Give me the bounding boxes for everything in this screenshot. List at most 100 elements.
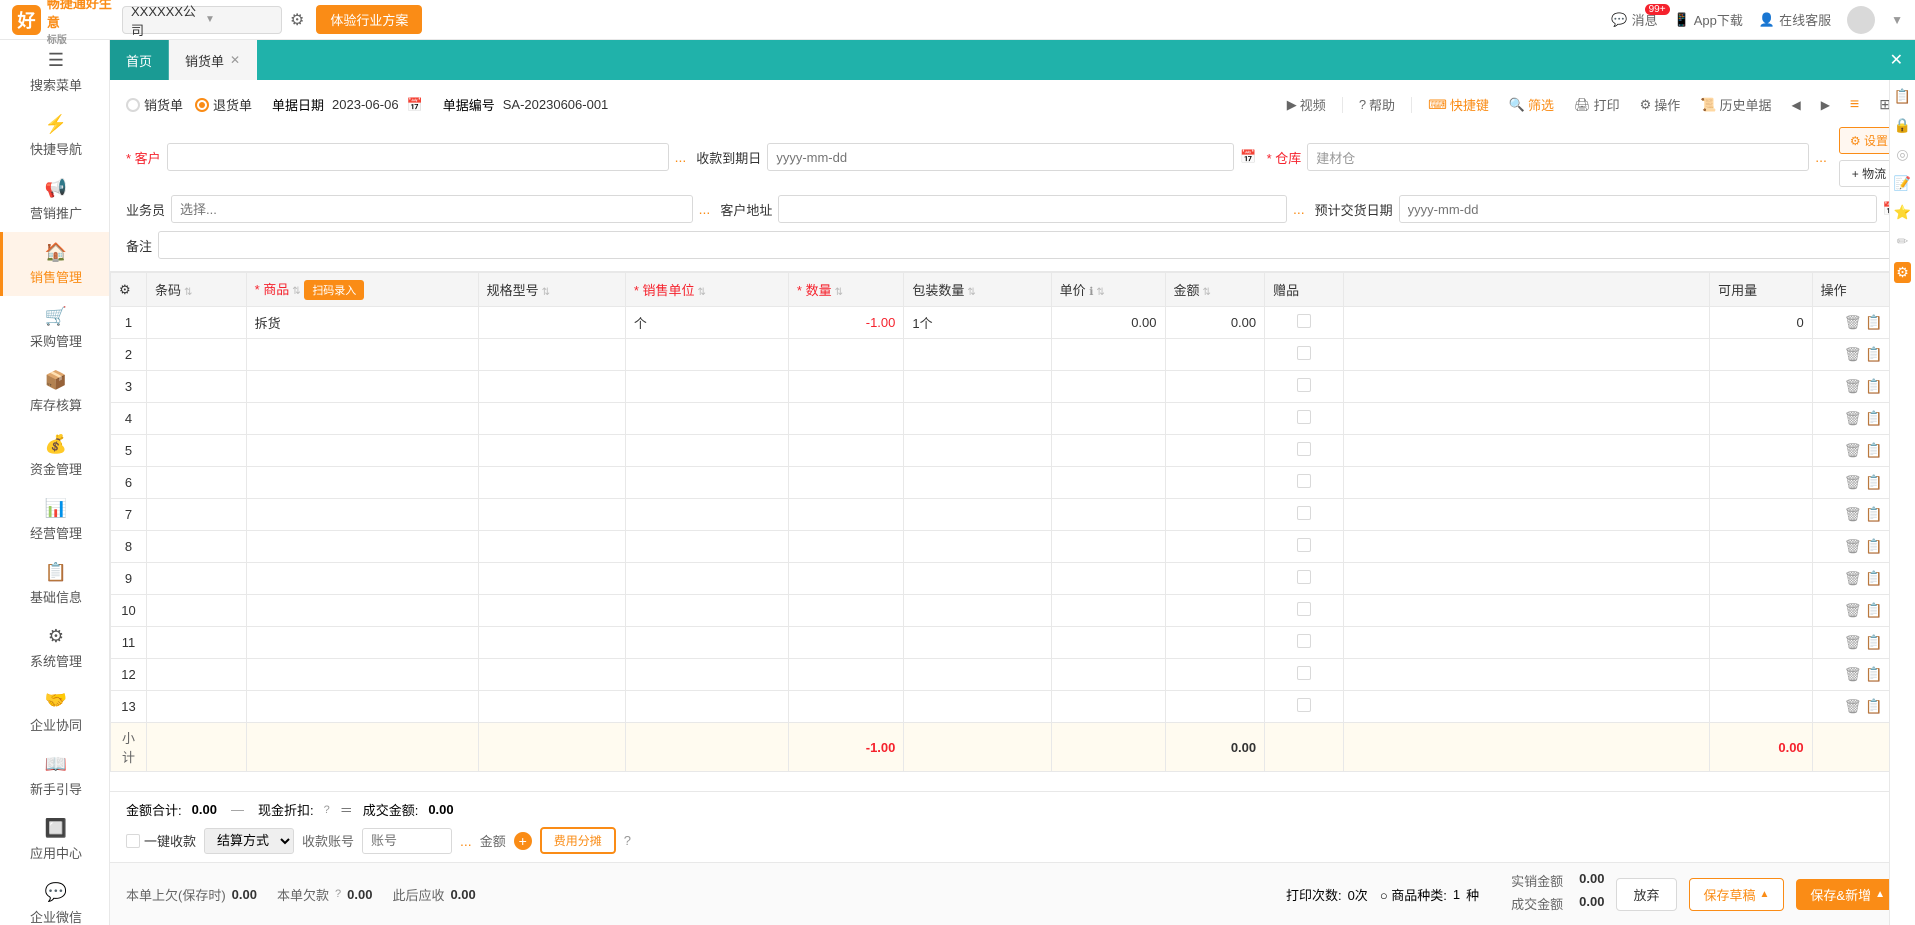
row-price[interactable] — [1051, 467, 1165, 499]
row-pkgqty[interactable] — [904, 691, 1051, 723]
row-unit[interactable] — [625, 595, 788, 627]
save-draft-button[interactable]: 保存草稿 ▲ — [1689, 878, 1785, 911]
row-barcode[interactable] — [147, 531, 247, 563]
sidebar-item-enterprise[interactable]: 🤝 企业协同 — [0, 680, 109, 744]
row-price[interactable] — [1051, 435, 1165, 467]
warehouse-input[interactable] — [1307, 143, 1809, 171]
row-goods[interactable] — [246, 659, 478, 691]
expense-button[interactable]: 费用分摊 — [540, 827, 616, 854]
sidebar-item-system[interactable]: ⚙ 系统管理 — [0, 616, 109, 680]
warehouse-ellipsis[interactable]: ... — [1815, 149, 1827, 165]
row-goods[interactable] — [246, 531, 478, 563]
row-goods[interactable] — [246, 467, 478, 499]
delivery-date-input[interactable] — [1399, 195, 1877, 223]
row-qty[interactable] — [788, 467, 903, 499]
row-gift[interactable] — [1265, 371, 1344, 403]
sidebar-item-quick-nav[interactable]: ⚡ 快捷导航 — [0, 104, 109, 168]
row-qty[interactable] — [788, 627, 903, 659]
sidebar-item-search[interactable]: ☰ 搜索菜单 — [0, 40, 109, 104]
row-notes[interactable] — [1343, 467, 1709, 499]
row-copy-button[interactable]: 📋 — [1865, 698, 1882, 715]
row-qty[interactable] — [788, 595, 903, 627]
row-copy-button[interactable]: 📋 — [1865, 410, 1882, 427]
row-gift[interactable] — [1265, 499, 1344, 531]
row-goods[interactable] — [246, 371, 478, 403]
expense-help-icon[interactable]: ? — [624, 833, 631, 848]
calc-method-select[interactable]: 结算方式 — [204, 828, 294, 854]
tab-home[interactable]: 首页 — [110, 40, 169, 80]
online-service-link[interactable]: 👤 在线客服 — [1759, 10, 1831, 29]
gift-checkbox[interactable] — [1297, 570, 1311, 584]
tab-close-icon[interactable]: ✕ — [230, 53, 240, 67]
row-notes[interactable] — [1343, 595, 1709, 627]
row-spec[interactable] — [478, 563, 625, 595]
row-amount[interactable] — [1165, 595, 1265, 627]
row-pkgqty[interactable] — [904, 467, 1051, 499]
row-unit[interactable] — [625, 435, 788, 467]
row-copy-button[interactable]: 📋 — [1865, 314, 1882, 331]
row-unit[interactable] — [625, 467, 788, 499]
toolbar-print[interactable]: 🖨 打印 — [1566, 92, 1628, 117]
row-goods[interactable]: 拆货 — [246, 307, 478, 339]
row-pkgqty[interactable] — [904, 627, 1051, 659]
row-delete-button[interactable]: 🗑 — [1844, 314, 1862, 331]
row-price[interactable] — [1051, 531, 1165, 563]
row-amount[interactable]: 0.00 — [1165, 307, 1265, 339]
row-copy-button[interactable]: 📋 — [1865, 442, 1882, 459]
row-pkgqty[interactable] — [904, 403, 1051, 435]
row-copy-button[interactable]: 📋 — [1865, 378, 1882, 395]
trial-button[interactable]: 体验行业方案 — [316, 5, 422, 34]
row-goods[interactable] — [246, 563, 478, 595]
sidebar-item-finance[interactable]: 💰 资金管理 — [0, 424, 109, 488]
row-notes[interactable] — [1343, 339, 1709, 371]
row-amount[interactable] — [1165, 691, 1265, 723]
row-pkgqty[interactable] — [904, 531, 1051, 563]
notes-input[interactable] — [158, 231, 1899, 259]
row-amount[interactable] — [1165, 403, 1265, 435]
row-barcode[interactable] — [147, 403, 247, 435]
row-unit[interactable] — [625, 339, 788, 371]
message-button[interactable]: 💬 消息 99+ — [1611, 10, 1657, 29]
toolbar-help[interactable]: ? 帮助 — [1351, 92, 1403, 117]
row-qty[interactable] — [788, 403, 903, 435]
gift-checkbox[interactable] — [1297, 410, 1311, 424]
row-notes[interactable] — [1343, 659, 1709, 691]
row-pkgqty[interactable] — [904, 499, 1051, 531]
account-input[interactable] — [362, 828, 452, 854]
row-spec[interactable] — [478, 659, 625, 691]
row-pkgqty[interactable]: 1个 — [904, 307, 1051, 339]
row-notes[interactable] — [1343, 531, 1709, 563]
sidebar-item-operations[interactable]: 📊 经营管理 — [0, 488, 109, 552]
row-gift[interactable] — [1265, 307, 1344, 339]
row-notes[interactable] — [1343, 627, 1709, 659]
row-qty[interactable] — [788, 371, 903, 403]
gift-checkbox[interactable] — [1297, 506, 1311, 520]
row-gift[interactable] — [1265, 339, 1344, 371]
tab-sales-order[interactable]: 销货单 ✕ — [169, 40, 257, 80]
sidebar-item-marketing[interactable]: 📢 营销推广 — [0, 168, 109, 232]
row-unit[interactable] — [625, 563, 788, 595]
sidebar-item-wechat[interactable]: 💬 企业微信 — [0, 872, 109, 925]
row-qty[interactable]: -1.00 — [788, 307, 903, 339]
row-price[interactable] — [1051, 371, 1165, 403]
row-delete-button[interactable]: 🗑 — [1844, 570, 1862, 587]
col-settings-header[interactable]: ⚙ — [111, 273, 147, 307]
row-gift[interactable] — [1265, 627, 1344, 659]
row-unit[interactable] — [625, 627, 788, 659]
row-gift[interactable] — [1265, 531, 1344, 563]
row-goods[interactable] — [246, 595, 478, 627]
right-icon-4[interactable]: 📝 — [1894, 175, 1911, 192]
gift-checkbox[interactable] — [1297, 538, 1311, 552]
row-qty[interactable] — [788, 691, 903, 723]
row-qty[interactable] — [788, 659, 903, 691]
one-click-checkbox[interactable] — [126, 834, 140, 848]
row-goods[interactable] — [246, 499, 478, 531]
toolbar-video[interactable]: ▶ 视频 — [1279, 92, 1334, 117]
sidebar-item-newbie[interactable]: 📖 新手引导 — [0, 744, 109, 808]
row-pkgqty[interactable] — [904, 435, 1051, 467]
company-selector[interactable]: XXXXXX公司 ▼ — [122, 6, 282, 34]
salesman-input[interactable] — [171, 195, 693, 223]
right-icon-2[interactable]: 🔒 — [1894, 117, 1911, 134]
customer-ellipsis[interactable]: ... — [675, 149, 687, 165]
row-qty[interactable] — [788, 499, 903, 531]
